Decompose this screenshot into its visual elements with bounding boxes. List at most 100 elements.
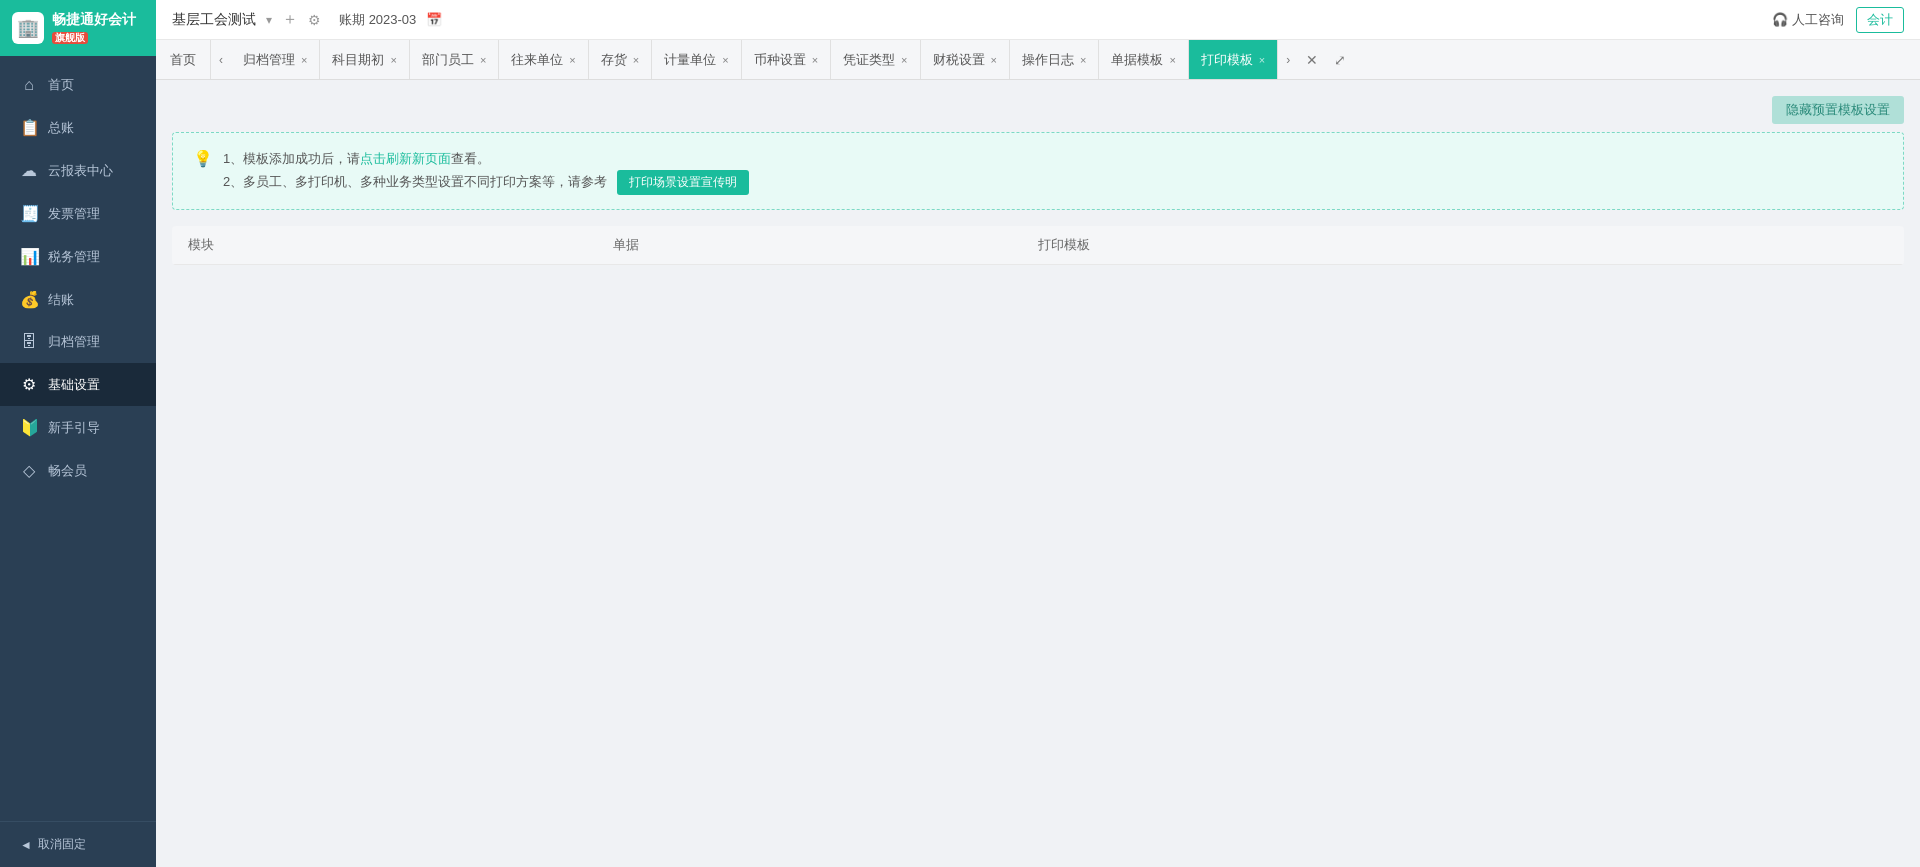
refresh-link[interactable]: 点击刷新新页面	[360, 151, 451, 166]
tab-dept-staff[interactable]: 部门员工 ×	[410, 40, 499, 79]
sidebar-item-invoice[interactable]: 🧾 发票管理	[0, 192, 156, 235]
sidebar-unpin-button[interactable]: ◄ 取消固定	[0, 821, 156, 867]
sidebar-item-label: 结账	[48, 291, 74, 309]
kuaiji-label: 会计	[1867, 12, 1893, 27]
tab-nav-left[interactable]: ‹	[211, 40, 231, 79]
logo-icon: 🏢	[12, 12, 44, 44]
bulb-icon: 💡	[193, 149, 213, 168]
sidebar-item-label: 税务管理	[48, 248, 100, 266]
sidebar-item-label: 归档管理	[48, 333, 100, 351]
settings-icon: ⚙	[20, 375, 38, 394]
sidebar-item-label: 畅会员	[48, 462, 87, 480]
sidebar-item-cloud-report[interactable]: ☁ 云报表中心	[0, 149, 156, 192]
period-label: 账期 2023-03	[339, 11, 416, 29]
tab-label: 操作日志	[1022, 51, 1074, 69]
tab-label: 币种设置	[754, 51, 806, 69]
sidebar-item-settlement[interactable]: 💰 结账	[0, 278, 156, 321]
topbar: 基层工会测试 ▾ ＋ ⚙ 账期 2023-03 📅 🎧 人工咨询 会计	[156, 0, 1920, 40]
tab-home[interactable]: 首页	[156, 40, 211, 79]
sidebar-item-label: 云报表中心	[48, 162, 113, 180]
col-module-header: 模块	[188, 236, 613, 254]
calendar-icon[interactable]: 📅	[426, 12, 442, 27]
info-line2: 2、多员工、多打印机、多种业务类型设置不同打印方案等，请参考 打印场景设置宣传明	[223, 170, 749, 195]
tab-label: 财税设置	[933, 51, 985, 69]
tab-label: 存货	[601, 51, 627, 69]
member-icon: ◇	[20, 461, 38, 480]
sidebar-item-tax[interactable]: 📊 税务管理	[0, 235, 156, 278]
tabbar: 首页 ‹ 归档管理 × 科目期初 × 部门员工 × 往来单位 × 存货 × 计量…	[156, 40, 1920, 80]
sidebar-item-label: 新手引导	[48, 419, 100, 437]
logo-text: 畅捷通好会计 旗舰版	[52, 11, 136, 45]
ledger-icon: 📋	[20, 118, 38, 137]
tab-currency[interactable]: 币种设置 ×	[742, 40, 831, 79]
info-line2-before: 2、多员工、多打印机、多种业务类型设置不同打印方案等，请参考	[223, 174, 607, 189]
unpin-label: 取消固定	[38, 836, 86, 853]
hide-template-button[interactable]: 隐藏预置模板设置	[1772, 96, 1904, 124]
table-header: 模块 单据 打印模板	[172, 226, 1904, 265]
tab-close-icon[interactable]: ×	[390, 54, 396, 66]
col-template-header: 打印模板	[1038, 236, 1888, 254]
tab-close-icon[interactable]: ×	[812, 54, 818, 66]
tab-archive-mgmt[interactable]: 归档管理 ×	[231, 40, 320, 79]
tab-label: 凭证类型	[843, 51, 895, 69]
sidebar-item-home[interactable]: ⌂ 首页	[0, 64, 156, 106]
settings-gear-icon[interactable]: ⚙	[308, 12, 321, 28]
sidebar-item-label: 首页	[48, 76, 74, 94]
tab-close-icon[interactable]: ×	[722, 54, 728, 66]
home-icon: ⌂	[20, 76, 38, 94]
tab-close-icon[interactable]: ×	[1080, 54, 1086, 66]
tab-measurement[interactable]: 计量单位 ×	[652, 40, 741, 79]
period-value: 2023-03	[369, 12, 417, 27]
tab-tax-settings[interactable]: 财税设置 ×	[921, 40, 1010, 79]
tab-print-template[interactable]: 打印模板 ×	[1189, 40, 1278, 79]
sidebar-item-general-ledger[interactable]: 📋 总账	[0, 106, 156, 149]
info-line1-before: 1、模板添加成功后，请	[223, 151, 360, 166]
sidebar-item-basic-settings[interactable]: ⚙ 基础设置	[0, 363, 156, 406]
tab-close-icon[interactable]: ×	[569, 54, 575, 66]
tab-home-label: 首页	[170, 51, 196, 69]
tab-operation-log[interactable]: 操作日志 ×	[1010, 40, 1099, 79]
add-tab-button[interactable]: ＋	[282, 9, 298, 30]
tab-voucher-type[interactable]: 凭证类型 ×	[831, 40, 920, 79]
tab-close-icon[interactable]: ×	[1169, 54, 1175, 66]
sidebar-item-label: 发票管理	[48, 205, 100, 223]
headset-icon: 🎧	[1772, 12, 1788, 27]
tab-counterpart[interactable]: 往来单位 ×	[499, 40, 588, 79]
data-table: 模块 单据 打印模板	[172, 226, 1904, 265]
print-scene-button[interactable]: 打印场景设置宣传明	[617, 170, 749, 195]
col-doc-header: 单据	[613, 236, 1038, 254]
tab-nav-right[interactable]: ›	[1278, 40, 1298, 79]
tab-close-icon[interactable]: ×	[1259, 54, 1265, 66]
sidebar-logo: 🏢 畅捷通好会计 旗舰版	[0, 0, 156, 56]
tab-label: 打印模板	[1201, 51, 1253, 69]
cloud-icon: ☁	[20, 161, 38, 180]
sidebar-item-archive[interactable]: 🗄 归档管理	[0, 321, 156, 363]
main-area: 基层工会测试 ▾ ＋ ⚙ 账期 2023-03 📅 🎧 人工咨询 会计 首页 ‹…	[156, 0, 1920, 867]
sidebar-item-member[interactable]: ◇ 畅会员	[0, 449, 156, 492]
guide-icon: 🔰	[20, 418, 38, 437]
tab-close-icon[interactable]: ×	[301, 54, 307, 66]
kuaiji-button[interactable]: 会计	[1856, 7, 1904, 33]
tab-label: 单据模板	[1111, 51, 1163, 69]
sidebar-item-new-guide[interactable]: 🔰 新手引导	[0, 406, 156, 449]
sidebar-item-label: 基础设置	[48, 376, 100, 394]
tab-label: 计量单位	[664, 51, 716, 69]
company-dropdown-icon[interactable]: ▾	[266, 13, 272, 27]
content-area: 隐藏预置模板设置 💡 1、模板添加成功后，请点击刷新新页面查看。 2、多员工、多…	[156, 80, 1920, 867]
tab-label: 科目期初	[332, 51, 384, 69]
tab-close-all-button[interactable]: ✕	[1298, 40, 1326, 79]
tab-close-icon[interactable]: ×	[901, 54, 907, 66]
tab-inventory[interactable]: 存货 ×	[589, 40, 652, 79]
archive-icon: 🗄	[20, 333, 38, 351]
tab-close-icon[interactable]: ×	[991, 54, 997, 66]
service-button[interactable]: 🎧 人工咨询	[1772, 11, 1844, 29]
tab-expand-button[interactable]: ⤢	[1326, 40, 1354, 79]
tab-label: 部门员工	[422, 51, 474, 69]
tab-subject-init[interactable]: 科目期初 ×	[320, 40, 409, 79]
period-text: 账期	[339, 12, 365, 27]
tab-close-icon[interactable]: ×	[633, 54, 639, 66]
tab-single-template[interactable]: 单据模板 ×	[1099, 40, 1188, 79]
info-line1-after: 查看。	[451, 151, 490, 166]
sidebar-nav: ⌂ 首页 📋 总账 ☁ 云报表中心 🧾 发票管理 📊 税务管理 💰 结账 🗄 归…	[0, 56, 156, 821]
tab-close-icon[interactable]: ×	[480, 54, 486, 66]
